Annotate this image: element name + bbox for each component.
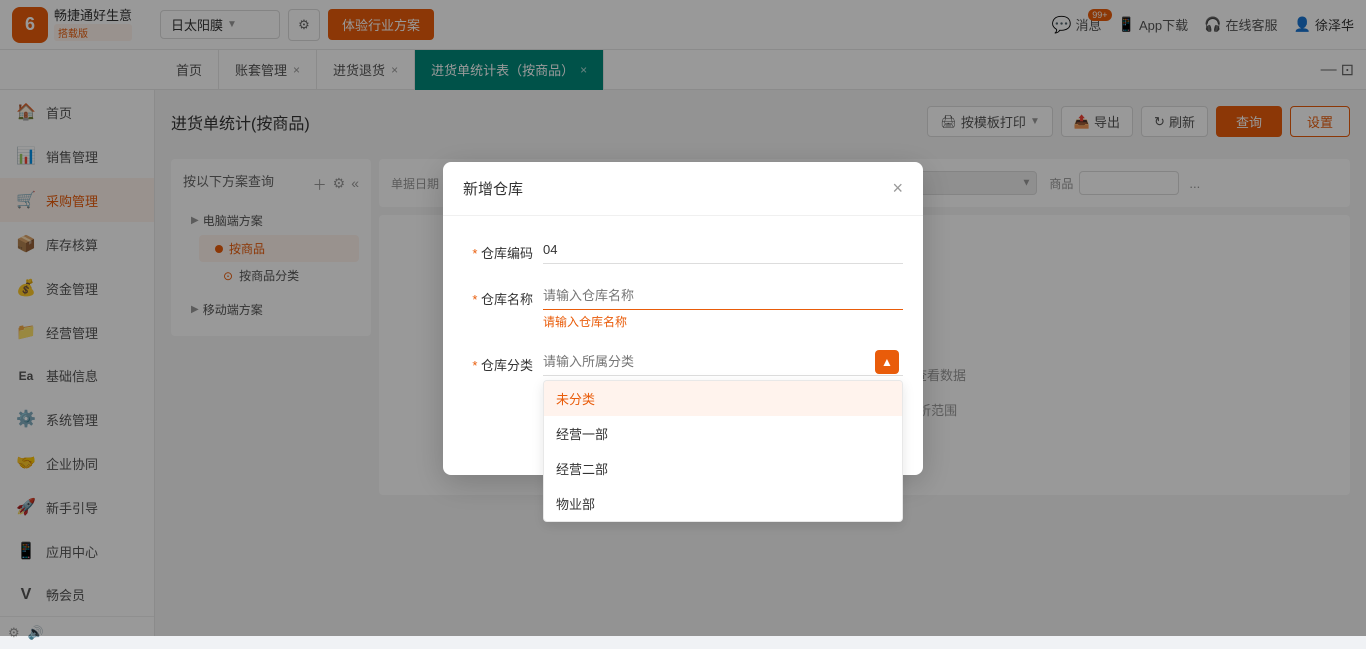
warehouse-name-label: 仓库名称 <box>463 282 533 308</box>
warehouse-code-row: 仓库编码 <box>463 236 903 264</box>
dropdown-option-no-category[interactable]: 未分类 <box>544 381 902 416</box>
warehouse-category-row: 仓库分类 ▲ 未分类 经营一部 经营二部 物业部 <box>463 348 903 376</box>
warehouse-category-label: 仓库分类 <box>463 348 533 374</box>
warehouse-name-error: 请输入仓库名称 <box>543 313 903 330</box>
warehouse-name-input[interactable] <box>543 282 903 310</box>
modal-close-icon[interactable]: × <box>892 179 903 197</box>
add-warehouse-modal: 新增仓库 × 仓库编码 仓库名称 请输入仓库名称 <box>443 162 923 475</box>
category-dropdown-list: 未分类 经营一部 经营二部 物业部 <box>543 380 903 522</box>
dropdown-option-dept2[interactable]: 经营二部 <box>544 451 902 486</box>
modal-overlay[interactable]: 新增仓库 × 仓库编码 仓库名称 请输入仓库名称 <box>0 0 1366 636</box>
category-dropdown-input[interactable] <box>543 348 903 376</box>
warehouse-name-row: 仓库名称 请输入仓库名称 <box>463 282 903 330</box>
category-dropdown-arrow-icon[interactable]: ▲ <box>875 350 899 374</box>
modal-title: 新增仓库 <box>463 178 523 199</box>
modal-body: 仓库编码 仓库名称 请输入仓库名称 仓库分类 ▲ <box>443 216 923 414</box>
warehouse-code-label: 仓库编码 <box>463 236 533 262</box>
modal-header: 新增仓库 × <box>443 162 923 216</box>
dropdown-option-dept1[interactable]: 经营一部 <box>544 416 902 451</box>
warehouse-code-input[interactable] <box>543 236 903 264</box>
category-dropdown-wrapper: ▲ 未分类 经营一部 经营二部 物业部 <box>543 348 903 376</box>
dropdown-option-property[interactable]: 物业部 <box>544 486 902 521</box>
